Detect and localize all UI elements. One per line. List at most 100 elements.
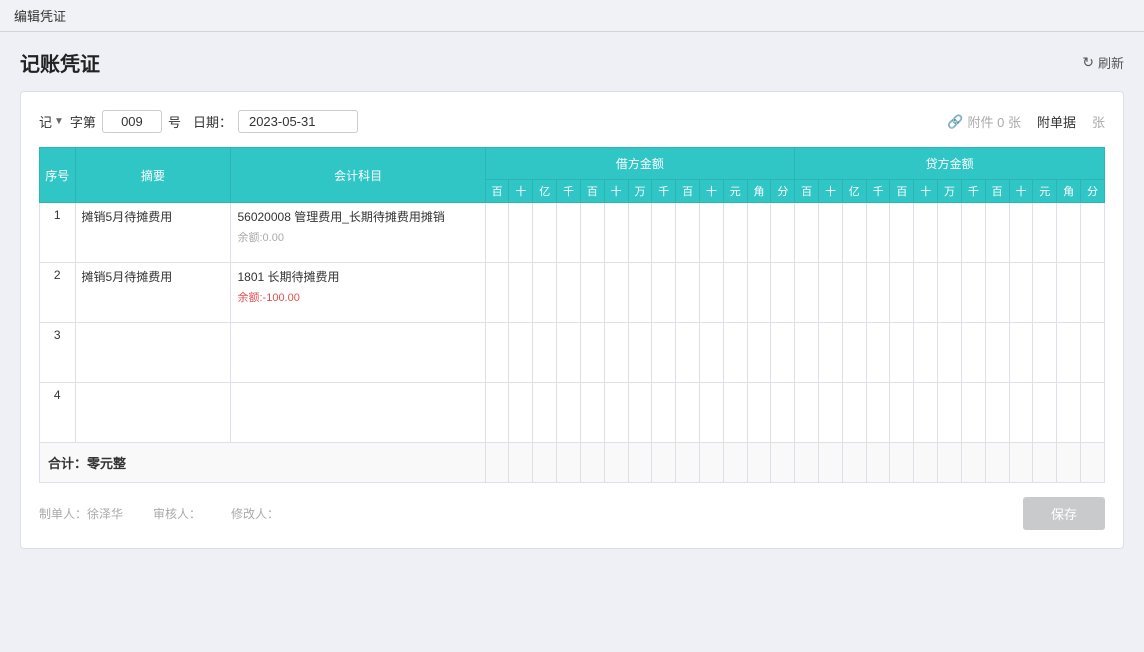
- row-0-credit-5[interactable]: [914, 203, 938, 263]
- row-2-credit-6[interactable]: [938, 323, 962, 383]
- row-1-credit-2[interactable]: [842, 263, 866, 323]
- row-1-credit-6[interactable]: [938, 263, 962, 323]
- row-3-debit-6[interactable]: [628, 383, 652, 443]
- row-2-credit-1[interactable]: [819, 323, 843, 383]
- row-1-debit-6[interactable]: [628, 263, 652, 323]
- row-1-debit-0[interactable]: [485, 263, 509, 323]
- row-0-credit-8[interactable]: [985, 203, 1009, 263]
- row-2-debit-7[interactable]: [652, 323, 676, 383]
- row-1-credit-3[interactable]: [866, 263, 890, 323]
- row-2-debit-12[interactable]: [771, 323, 795, 383]
- date-input[interactable]: [238, 110, 358, 133]
- row-2-credit-12[interactable]: [1080, 323, 1104, 383]
- row-1-debit-9[interactable]: [699, 263, 723, 323]
- row-2-credit-0[interactable]: [795, 323, 819, 383]
- row-2-credit-7[interactable]: [961, 323, 985, 383]
- row-1-debit-12[interactable]: [771, 263, 795, 323]
- row-0-summary[interactable]: 摊销5月待摊费用: [75, 203, 231, 263]
- row-0-debit-11[interactable]: [747, 203, 771, 263]
- row-1-debit-2[interactable]: [533, 263, 557, 323]
- row-1-debit-4[interactable]: [580, 263, 604, 323]
- row-3-credit-12[interactable]: [1080, 383, 1104, 443]
- row-1-credit-12[interactable]: [1080, 263, 1104, 323]
- row-2-credit-4[interactable]: [890, 323, 914, 383]
- row-2-debit-3[interactable]: [557, 323, 581, 383]
- row-1-debit-1[interactable]: [509, 263, 533, 323]
- row-1-credit-10[interactable]: [1033, 263, 1057, 323]
- row-0-credit-7[interactable]: [961, 203, 985, 263]
- zi-input[interactable]: [102, 110, 162, 133]
- row-0-credit-9[interactable]: [1009, 203, 1033, 263]
- row-0-debit-7[interactable]: [652, 203, 676, 263]
- row-3-debit-0[interactable]: [485, 383, 509, 443]
- row-3-debit-2[interactable]: [533, 383, 557, 443]
- row-3-debit-10[interactable]: [723, 383, 747, 443]
- row-2-credit-5[interactable]: [914, 323, 938, 383]
- row-3-debit-12[interactable]: [771, 383, 795, 443]
- row-3-credit-1[interactable]: [819, 383, 843, 443]
- row-3-credit-7[interactable]: [961, 383, 985, 443]
- row-1-credit-7[interactable]: [961, 263, 985, 323]
- row-1-summary[interactable]: 摊销5月待摊费用: [75, 263, 231, 323]
- row-3-credit-8[interactable]: [985, 383, 1009, 443]
- row-2-debit-6[interactable]: [628, 323, 652, 383]
- ji-select[interactable]: 记 ▼: [39, 112, 64, 131]
- refresh-button[interactable]: ↻ 刷新: [1082, 53, 1124, 72]
- row-0-credit-10[interactable]: [1033, 203, 1057, 263]
- row-3-credit-10[interactable]: [1033, 383, 1057, 443]
- save-button[interactable]: 保存: [1023, 497, 1105, 530]
- row-3-credit-2[interactable]: [842, 383, 866, 443]
- row-0-debit-12[interactable]: [771, 203, 795, 263]
- row-0-debit-1[interactable]: [509, 203, 533, 263]
- row-2-credit-9[interactable]: [1009, 323, 1033, 383]
- row-0-debit-0[interactable]: [485, 203, 509, 263]
- row-2-debit-8[interactable]: [676, 323, 700, 383]
- row-3-debit-4[interactable]: [580, 383, 604, 443]
- row-1-credit-0[interactable]: [795, 263, 819, 323]
- row-2-credit-8[interactable]: [985, 323, 1009, 383]
- row-0-credit-4[interactable]: [890, 203, 914, 263]
- row-1-credit-11[interactable]: [1057, 263, 1081, 323]
- row-2-credit-10[interactable]: [1033, 323, 1057, 383]
- row-2-debit-10[interactable]: [723, 323, 747, 383]
- row-2-credit-11[interactable]: [1057, 323, 1081, 383]
- row-3-debit-3[interactable]: [557, 383, 581, 443]
- row-2-debit-2[interactable]: [533, 323, 557, 383]
- row-1-debit-3[interactable]: [557, 263, 581, 323]
- row-3-subject[interactable]: [231, 383, 485, 443]
- row-0-debit-2[interactable]: [533, 203, 557, 263]
- row-2-credit-3[interactable]: [866, 323, 890, 383]
- row-1-subject[interactable]: 1801 长期待摊费用余额:-100.00: [231, 263, 485, 323]
- row-3-credit-0[interactable]: [795, 383, 819, 443]
- row-0-debit-10[interactable]: [723, 203, 747, 263]
- row-3-debit-8[interactable]: [676, 383, 700, 443]
- row-2-debit-9[interactable]: [699, 323, 723, 383]
- row-3-debit-9[interactable]: [699, 383, 723, 443]
- row-3-credit-6[interactable]: [938, 383, 962, 443]
- row-0-debit-3[interactable]: [557, 203, 581, 263]
- row-0-debit-9[interactable]: [699, 203, 723, 263]
- row-1-debit-8[interactable]: [676, 263, 700, 323]
- row-1-debit-7[interactable]: [652, 263, 676, 323]
- row-1-credit-1[interactable]: [819, 263, 843, 323]
- row-1-debit-11[interactable]: [747, 263, 771, 323]
- row-0-credit-6[interactable]: [938, 203, 962, 263]
- row-3-credit-11[interactable]: [1057, 383, 1081, 443]
- row-3-debit-5[interactable]: [604, 383, 628, 443]
- row-0-credit-12[interactable]: [1080, 203, 1104, 263]
- row-0-credit-11[interactable]: [1057, 203, 1081, 263]
- row-0-debit-4[interactable]: [580, 203, 604, 263]
- row-3-credit-3[interactable]: [866, 383, 890, 443]
- row-2-debit-11[interactable]: [747, 323, 771, 383]
- row-2-debit-1[interactable]: [509, 323, 533, 383]
- row-0-credit-3[interactable]: [866, 203, 890, 263]
- row-3-debit-7[interactable]: [652, 383, 676, 443]
- row-2-debit-0[interactable]: [485, 323, 509, 383]
- attach-link[interactable]: 🔗 附件 0 张: [947, 112, 1021, 131]
- row-1-credit-8[interactable]: [985, 263, 1009, 323]
- row-0-credit-1[interactable]: [819, 203, 843, 263]
- row-1-credit-9[interactable]: [1009, 263, 1033, 323]
- row-1-credit-4[interactable]: [890, 263, 914, 323]
- row-3-credit-4[interactable]: [890, 383, 914, 443]
- row-2-summary[interactable]: [75, 323, 231, 383]
